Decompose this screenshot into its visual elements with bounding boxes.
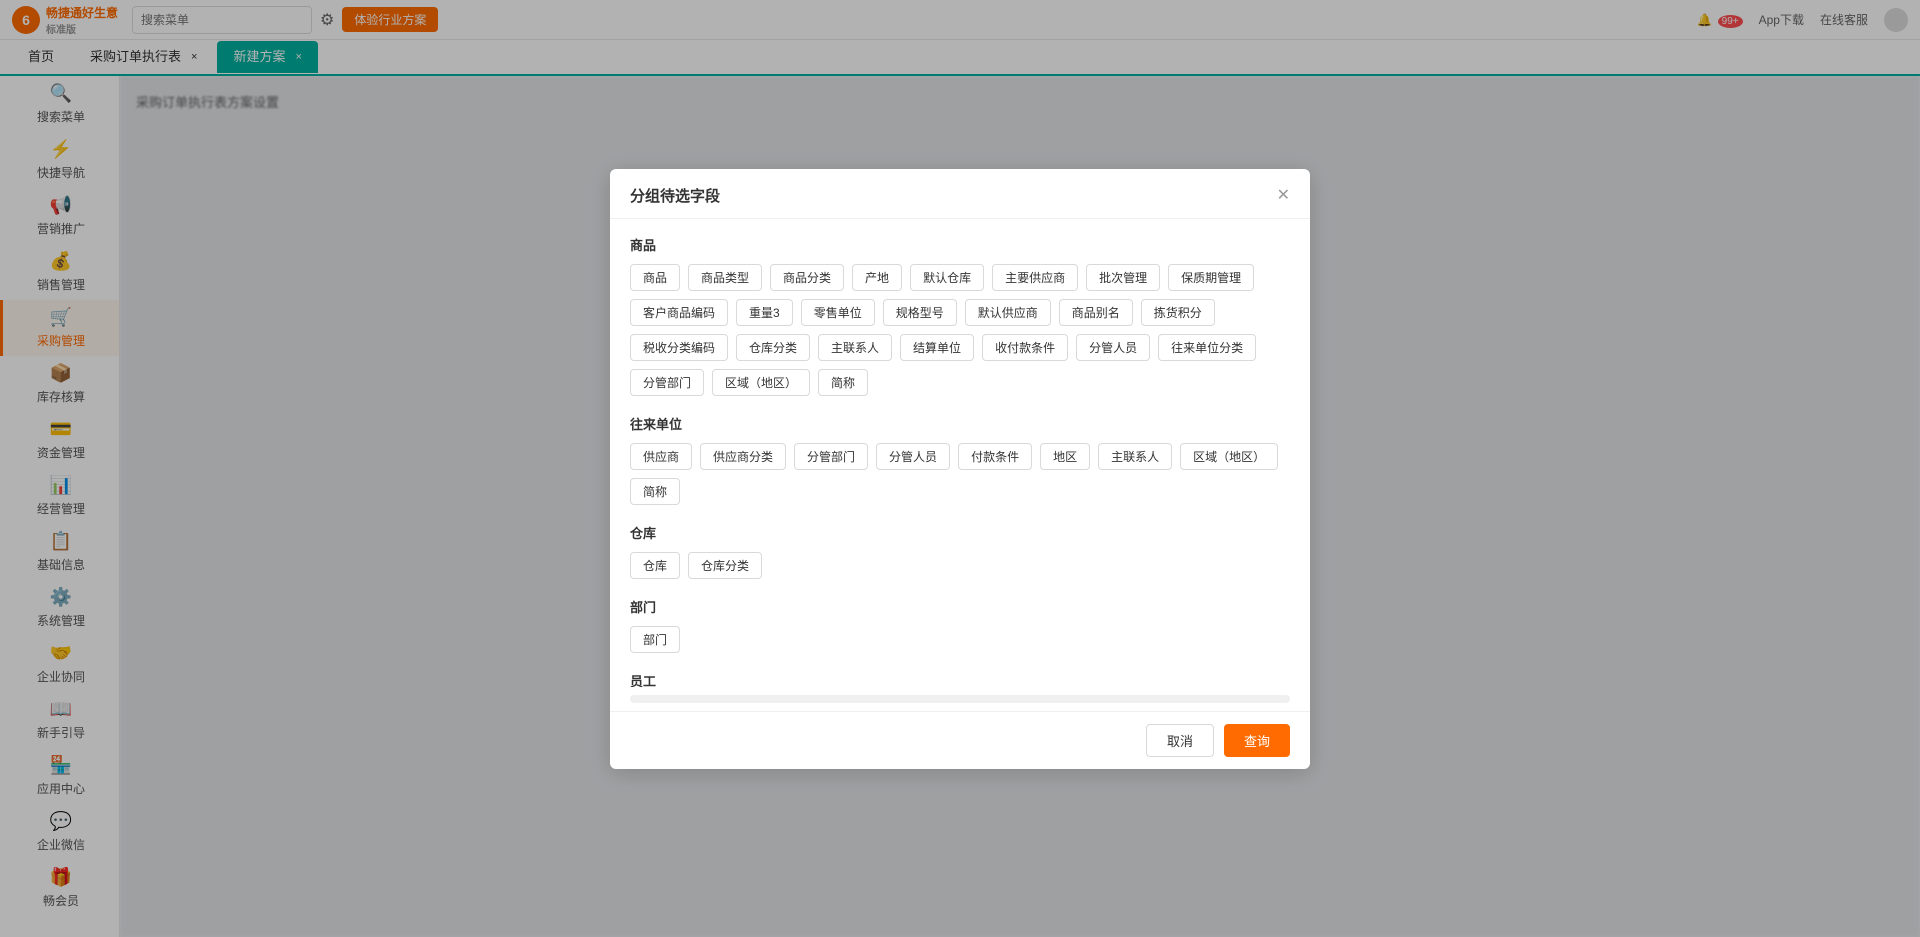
field-tag-分管人员[interactable]: 分管人员 xyxy=(1076,334,1150,361)
field-tag-供应商分类[interactable]: 供应商分类 xyxy=(700,443,786,470)
field-tag-重量3[interactable]: 重量3 xyxy=(736,299,793,326)
field-tag-零售单位[interactable]: 零售单位 xyxy=(801,299,875,326)
field-tag-拣货积分[interactable]: 拣货积分 xyxy=(1141,299,1215,326)
field-tag-简称[interactable]: 简称 xyxy=(630,478,680,505)
field-tag-分管人员[interactable]: 分管人员 xyxy=(876,443,950,470)
field-tag-主联系人[interactable]: 主联系人 xyxy=(1098,443,1172,470)
field-tag-商品分类[interactable]: 商品分类 xyxy=(770,264,844,291)
field-tags-goods: 商品商品类型商品分类产地默认仓库主要供应商批次管理保质期管理客户商品编码重量3 零… xyxy=(630,264,1290,396)
field-tag-主要供应商[interactable]: 主要供应商 xyxy=(992,264,1078,291)
field-tag-简称[interactable]: 简称 xyxy=(818,369,868,396)
horizontal-scrollbar[interactable] xyxy=(630,695,1290,703)
field-tag-仓库分类[interactable]: 仓库分类 xyxy=(688,552,762,579)
field-tag-地区[interactable]: 地区 xyxy=(1040,443,1090,470)
section-title-department: 部门 xyxy=(630,597,1290,616)
section-title-goods: 商品 xyxy=(630,235,1290,254)
section-title-warehouse: 仓库 xyxy=(630,523,1290,542)
field-tags-warehouse: 仓库仓库分类 xyxy=(630,552,1290,579)
field-tag-批次管理[interactable]: 批次管理 xyxy=(1086,264,1160,291)
section-title-partner: 往来单位 xyxy=(630,414,1290,433)
field-tags-partner: 供应商供应商分类分管部门分管人员付款条件地区主联系人区域（地区） 简称 xyxy=(630,443,1290,505)
modal-close-btn[interactable]: ✕ xyxy=(1277,185,1290,205)
section-warehouse: 仓库仓库仓库分类 xyxy=(630,523,1290,579)
field-tag-默认仓库[interactable]: 默认仓库 xyxy=(910,264,984,291)
field-tag-分管部门[interactable]: 分管部门 xyxy=(630,369,704,396)
field-tag-产地[interactable]: 产地 xyxy=(852,264,902,291)
field-tag-分管部门[interactable]: 分管部门 xyxy=(794,443,868,470)
field-tag-收付款条件[interactable]: 收付款条件 xyxy=(982,334,1068,361)
modal-title: 分组待选字段 xyxy=(630,185,720,206)
modal-footer: 取消 查询 xyxy=(610,711,1310,769)
cancel-button[interactable]: 取消 xyxy=(1146,724,1214,757)
section-department: 部门部门 xyxy=(630,597,1290,653)
section-partner: 往来单位供应商供应商分类分管部门分管人员付款条件地区主联系人区域（地区） 简称 xyxy=(630,414,1290,505)
field-tag-商品别名[interactable]: 商品别名 xyxy=(1059,299,1133,326)
field-tag-商品类型[interactable]: 商品类型 xyxy=(688,264,762,291)
confirm-button[interactable]: 查询 xyxy=(1224,724,1290,757)
field-tag-区域（地区）[interactable]: 区域（地区） xyxy=(712,369,810,396)
modal-body: 商品商品商品类型商品分类产地默认仓库主要供应商批次管理保质期管理客户商品编码重量… xyxy=(610,219,1310,687)
section-employee: 员工业务员 xyxy=(630,671,1290,687)
field-tag-客户商品编码[interactable]: 客户商品编码 xyxy=(630,299,728,326)
field-tag-区域（地区）[interactable]: 区域（地区） xyxy=(1180,443,1278,470)
field-tag-结算单位[interactable]: 结算单位 xyxy=(900,334,974,361)
field-tag-供应商[interactable]: 供应商 xyxy=(630,443,692,470)
field-tag-主联系人[interactable]: 主联系人 xyxy=(818,334,892,361)
field-tag-商品[interactable]: 商品 xyxy=(630,264,680,291)
field-tags-department: 部门 xyxy=(630,626,1290,653)
field-tag-付款条件[interactable]: 付款条件 xyxy=(958,443,1032,470)
field-tag-往来单位分类[interactable]: 往来单位分类 xyxy=(1158,334,1256,361)
modal-header: 分组待选字段 ✕ xyxy=(610,169,1310,219)
field-tag-规格型号[interactable]: 规格型号 xyxy=(883,299,957,326)
field-select-modal: 分组待选字段 ✕ 商品商品商品类型商品分类产地默认仓库主要供应商批次管理保质期管… xyxy=(610,169,1310,769)
section-title-employee: 员工 xyxy=(630,671,1290,687)
field-tag-部门[interactable]: 部门 xyxy=(630,626,680,653)
field-tag-仓库[interactable]: 仓库 xyxy=(630,552,680,579)
section-goods: 商品商品商品类型商品分类产地默认仓库主要供应商批次管理保质期管理客户商品编码重量… xyxy=(630,235,1290,396)
field-tag-税收分类编码[interactable]: 税收分类编码 xyxy=(630,334,728,361)
field-tag-仓库分类[interactable]: 仓库分类 xyxy=(736,334,810,361)
field-tag-默认供应商[interactable]: 默认供应商 xyxy=(965,299,1051,326)
field-tag-保质期管理[interactable]: 保质期管理 xyxy=(1168,264,1254,291)
